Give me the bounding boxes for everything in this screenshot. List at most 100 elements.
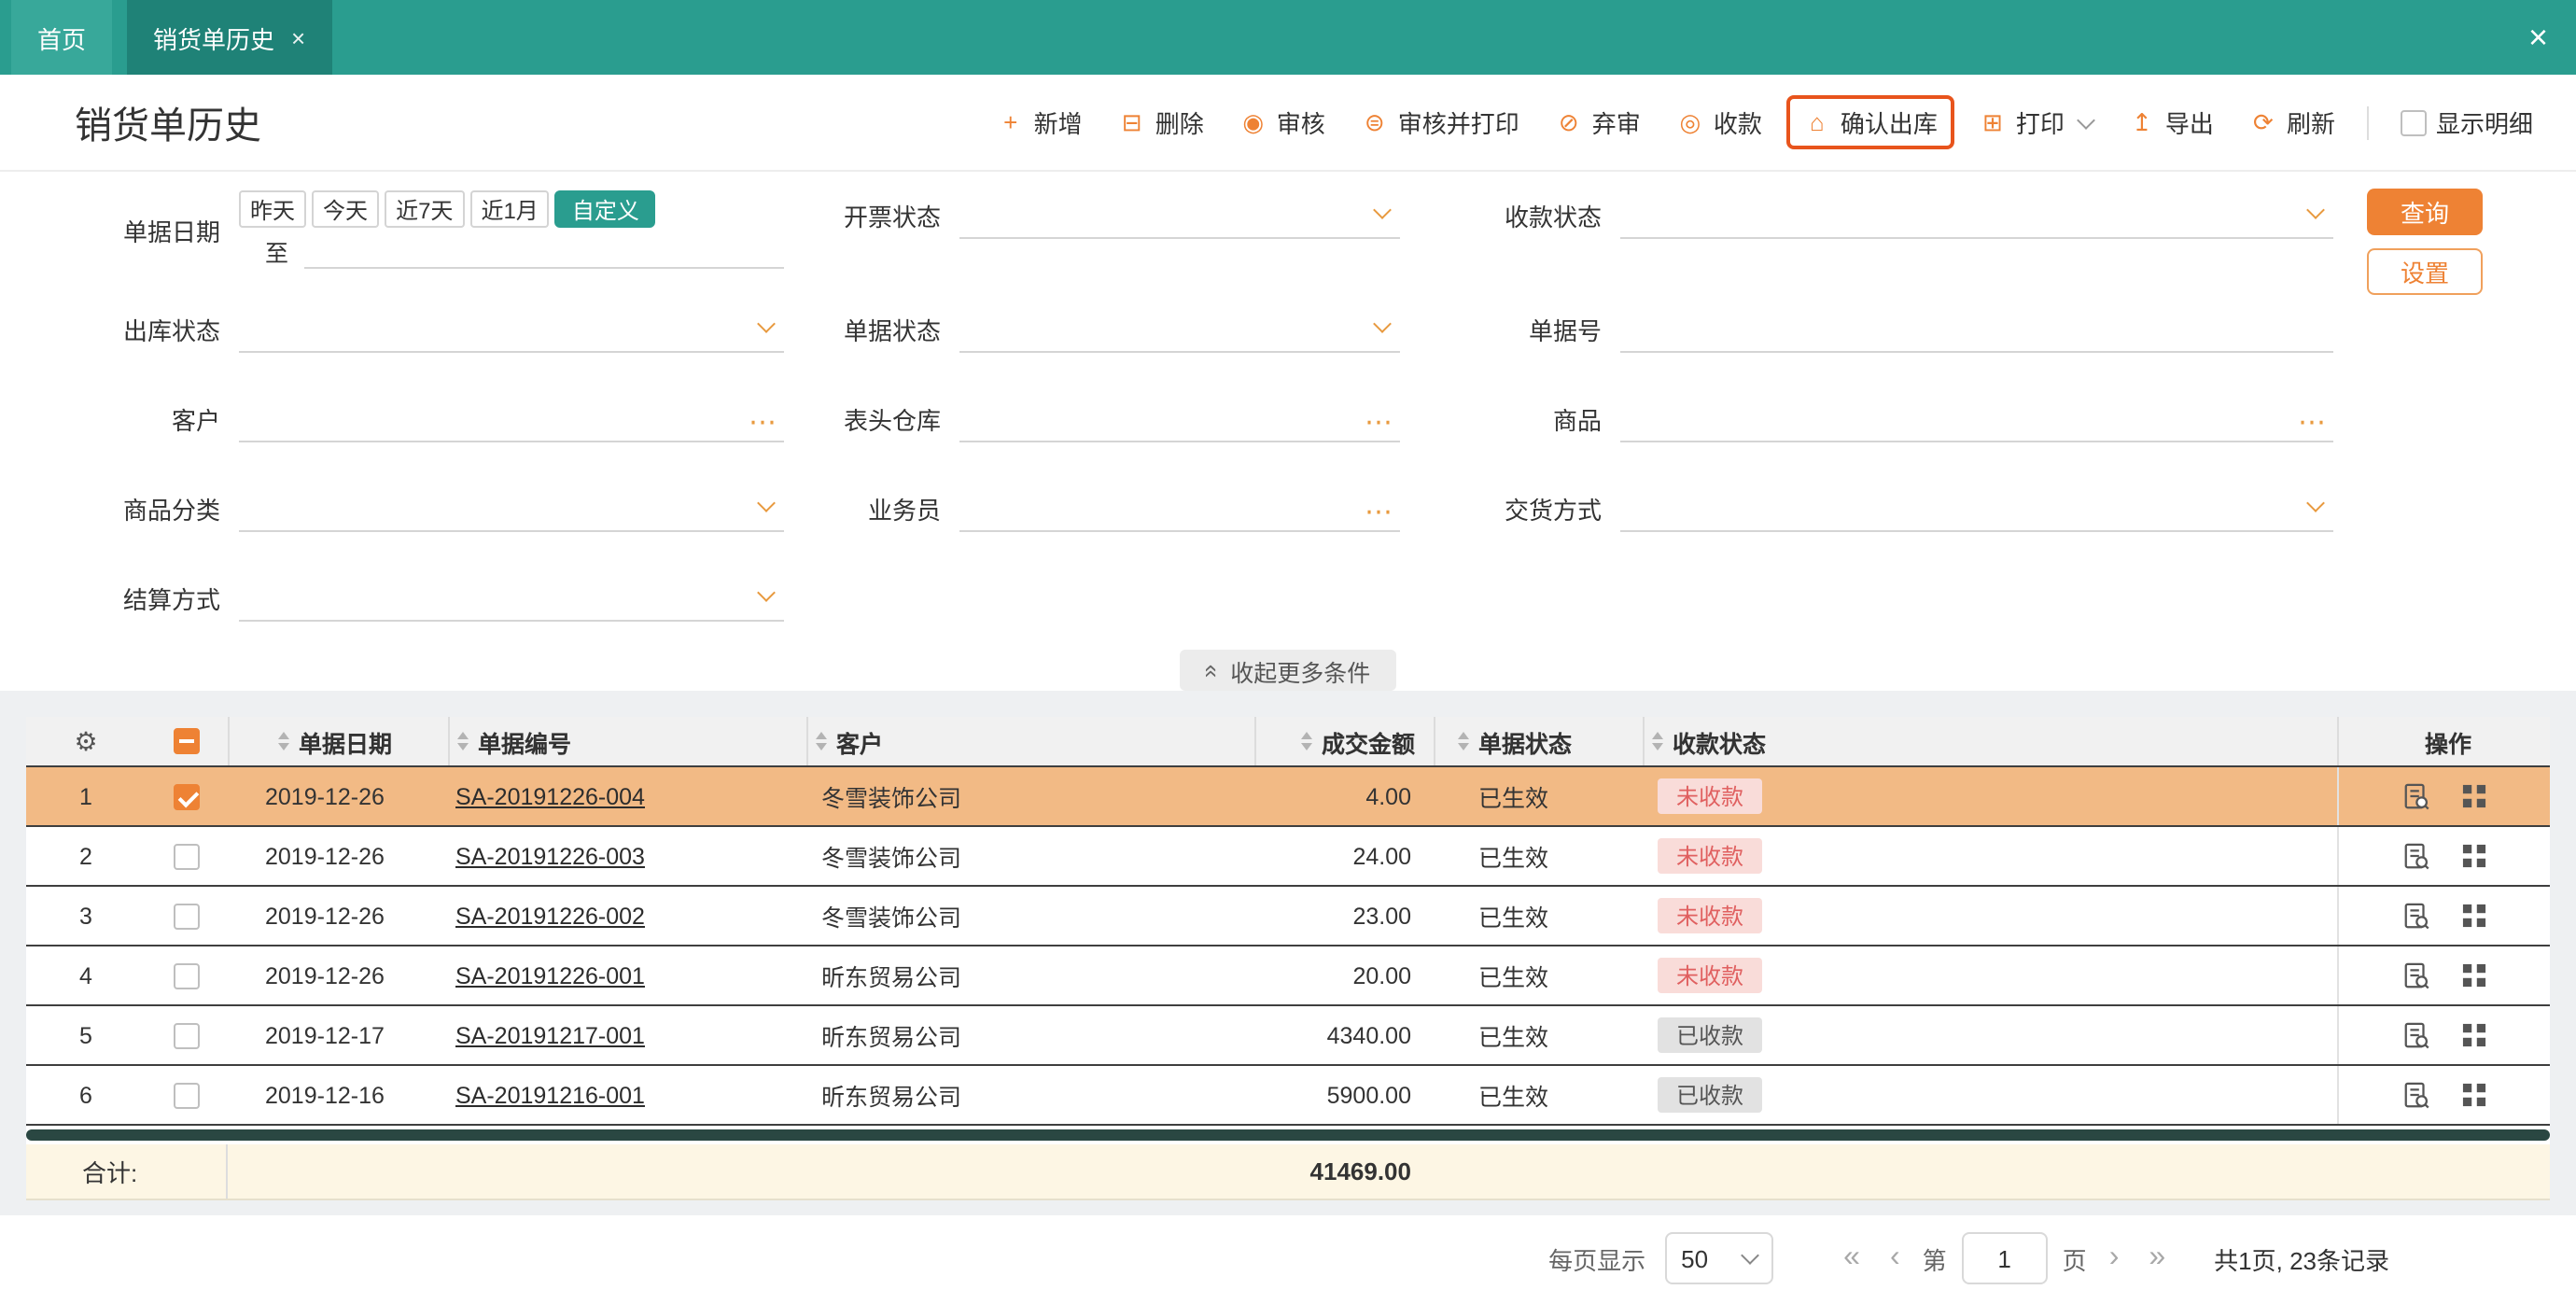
quick-1month-button[interactable]: 近1月: [469, 190, 550, 228]
header-amount[interactable]: 成交金额: [1254, 717, 1434, 765]
header-customer[interactable]: 客户: [806, 717, 1254, 765]
row-checkbox[interactable]: [174, 843, 200, 869]
header-doc-date-label: 单据日期: [299, 731, 393, 757]
header-customer-label: 客户: [836, 731, 884, 757]
product-category-select[interactable]: [239, 484, 784, 532]
settings-button[interactable]: 设置: [2367, 248, 2483, 295]
doc-date-cell: 2019-12-26: [265, 962, 385, 989]
settlement-method-select[interactable]: [239, 573, 784, 622]
page-number-input[interactable]: [1961, 1232, 2048, 1284]
salesperson-picker[interactable]: [959, 484, 1400, 532]
tab-close-icon[interactable]: ×: [291, 23, 305, 51]
query-button[interactable]: 查询: [2367, 189, 2483, 235]
product-picker[interactable]: [1620, 394, 2333, 442]
sort-icon[interactable]: [278, 732, 289, 750]
header-receipt-status[interactable]: 收款状态: [1643, 717, 2337, 765]
delete-button[interactable]: ⊟ 删除: [1101, 95, 1221, 149]
row-checkbox[interactable]: [174, 1022, 200, 1048]
invoice-status-select[interactable]: [959, 190, 1400, 239]
sort-icon[interactable]: [816, 732, 827, 750]
view-detail-icon[interactable]: [2402, 961, 2430, 989]
more-actions-icon[interactable]: [2462, 1023, 2486, 1047]
tab-sales-history[interactable]: 销货单历史 ×: [127, 0, 332, 75]
more-actions-icon[interactable]: [2462, 784, 2486, 808]
tab-home[interactable]: 首页: [11, 0, 112, 75]
sort-icon[interactable]: [1458, 732, 1469, 750]
first-page-icon[interactable]: «: [1828, 1242, 1875, 1273]
table-row[interactable]: 2 2019-12-26 SA-20191226-003 冬雪装饰公司 24.0…: [26, 827, 2550, 887]
row-checkbox[interactable]: [174, 962, 200, 989]
export-button[interactable]: ↥ 导出: [2111, 95, 2231, 149]
outbound-status-select[interactable]: [239, 304, 784, 353]
date-to-input[interactable]: [303, 239, 784, 269]
table-row[interactable]: 6 2019-12-16 SA-20191216-001 昕东贸易公司 5900…: [26, 1066, 2550, 1126]
header-doc-no[interactable]: 单据编号: [448, 717, 806, 765]
select-all-checkbox[interactable]: [174, 728, 200, 754]
unaudit-label: 弃审: [1591, 110, 1641, 138]
quick-custom-button[interactable]: 自定义: [554, 190, 656, 228]
quick-yesterday-button[interactable]: 昨天: [239, 190, 307, 228]
last-page-icon[interactable]: »: [2134, 1242, 2180, 1273]
audit-button[interactable]: ◉ 审核: [1223, 95, 1342, 149]
doc-number-link[interactable]: SA-20191226-001: [455, 962, 645, 989]
refresh-button[interactable]: ⟳ 刷新: [2233, 95, 2352, 149]
view-detail-icon[interactable]: [2402, 1081, 2430, 1109]
doc-number-link[interactable]: SA-20191226-003: [455, 843, 645, 869]
table-row[interactable]: 3 2019-12-26 SA-20191226-002 冬雪装饰公司 23.0…: [26, 887, 2550, 946]
show-detail-toggle[interactable]: 显示明细: [2384, 95, 2550, 149]
per-page-select[interactable]: 50: [1664, 1232, 1773, 1284]
sort-icon[interactable]: [1300, 732, 1312, 750]
row-checkbox[interactable]: [174, 1082, 200, 1108]
amount-cell: 4.00: [1365, 783, 1411, 809]
row-checkbox[interactable]: [174, 783, 200, 809]
view-detail-icon[interactable]: [2402, 1021, 2430, 1049]
customer-picker[interactable]: [239, 394, 784, 442]
confirm-outbound-button[interactable]: ⌂ 确认出库: [1785, 95, 1954, 149]
window-close-icon[interactable]: ×: [2500, 0, 2576, 75]
receive-payment-button[interactable]: ◎ 收款: [1659, 95, 1779, 149]
receipt-status-select[interactable]: [1620, 190, 2333, 239]
receipt-status-badge: 已收款: [1658, 1017, 1762, 1053]
view-detail-icon[interactable]: [2402, 902, 2430, 930]
receipt-status-filter-label: 收款状态: [1504, 203, 1602, 231]
doc-status-select[interactable]: [959, 304, 1400, 353]
audit-print-button[interactable]: ⊜ 审核并打印: [1344, 95, 1536, 149]
table-row[interactable]: 1 2019-12-26 SA-20191226-004 冬雪装饰公司 4.00…: [26, 767, 2550, 827]
next-page-icon[interactable]: ›: [2094, 1242, 2135, 1273]
row-number: 6: [79, 1082, 92, 1108]
header-doc-date[interactable]: 单据日期: [228, 717, 448, 765]
doc-number-link[interactable]: SA-20191226-002: [455, 903, 645, 929]
view-detail-icon[interactable]: [2402, 842, 2430, 870]
table-row[interactable]: 5 2019-12-17 SA-20191217-001 昕东贸易公司 4340…: [26, 1006, 2550, 1066]
show-detail-checkbox[interactable]: [2400, 109, 2427, 135]
doc-number-link[interactable]: SA-20191217-001: [455, 1022, 645, 1048]
warehouse-picker[interactable]: [959, 394, 1400, 442]
header-doc-status[interactable]: 单据状态: [1434, 717, 1643, 765]
row-checkbox[interactable]: [174, 903, 200, 929]
prev-page-icon[interactable]: ‹: [1875, 1242, 1915, 1273]
quick-7days-button[interactable]: 近7天: [385, 190, 465, 228]
doc-date-cell: 2019-12-26: [265, 903, 385, 929]
salesperson-label: 业务员: [867, 496, 941, 524]
more-actions-icon[interactable]: [2462, 904, 2486, 928]
add-button[interactable]: + 新增: [980, 95, 1099, 149]
gear-icon[interactable]: [74, 725, 97, 757]
sort-icon[interactable]: [1652, 732, 1663, 750]
collapse-filters-button[interactable]: 收起更多条件: [1179, 650, 1397, 691]
more-actions-icon[interactable]: [2462, 1083, 2486, 1107]
sort-icon[interactable]: [457, 732, 469, 750]
more-actions-icon[interactable]: [2462, 844, 2486, 868]
audit-icon: ◉: [1242, 107, 1265, 135]
delivery-method-select[interactable]: [1620, 484, 2333, 532]
doc-number-link[interactable]: SA-20191226-004: [455, 783, 645, 809]
more-actions-icon[interactable]: [2462, 963, 2486, 988]
horizontal-scrollbar[interactable]: [26, 1129, 2550, 1141]
unaudit-button[interactable]: ⊘ 弃审: [1538, 95, 1658, 149]
table-row[interactable]: 4 2019-12-26 SA-20191226-001 昕东贸易公司 20.0…: [26, 946, 2550, 1006]
confirm-outbound-label: 确认出库: [1840, 110, 1938, 138]
view-detail-icon[interactable]: [2402, 782, 2430, 810]
doc-number-link[interactable]: SA-20191216-001: [455, 1082, 645, 1108]
doc-no-input[interactable]: [1620, 304, 2333, 353]
print-button[interactable]: ⊞ 打印: [1962, 95, 2109, 149]
quick-today-button[interactable]: 今天: [312, 190, 380, 228]
